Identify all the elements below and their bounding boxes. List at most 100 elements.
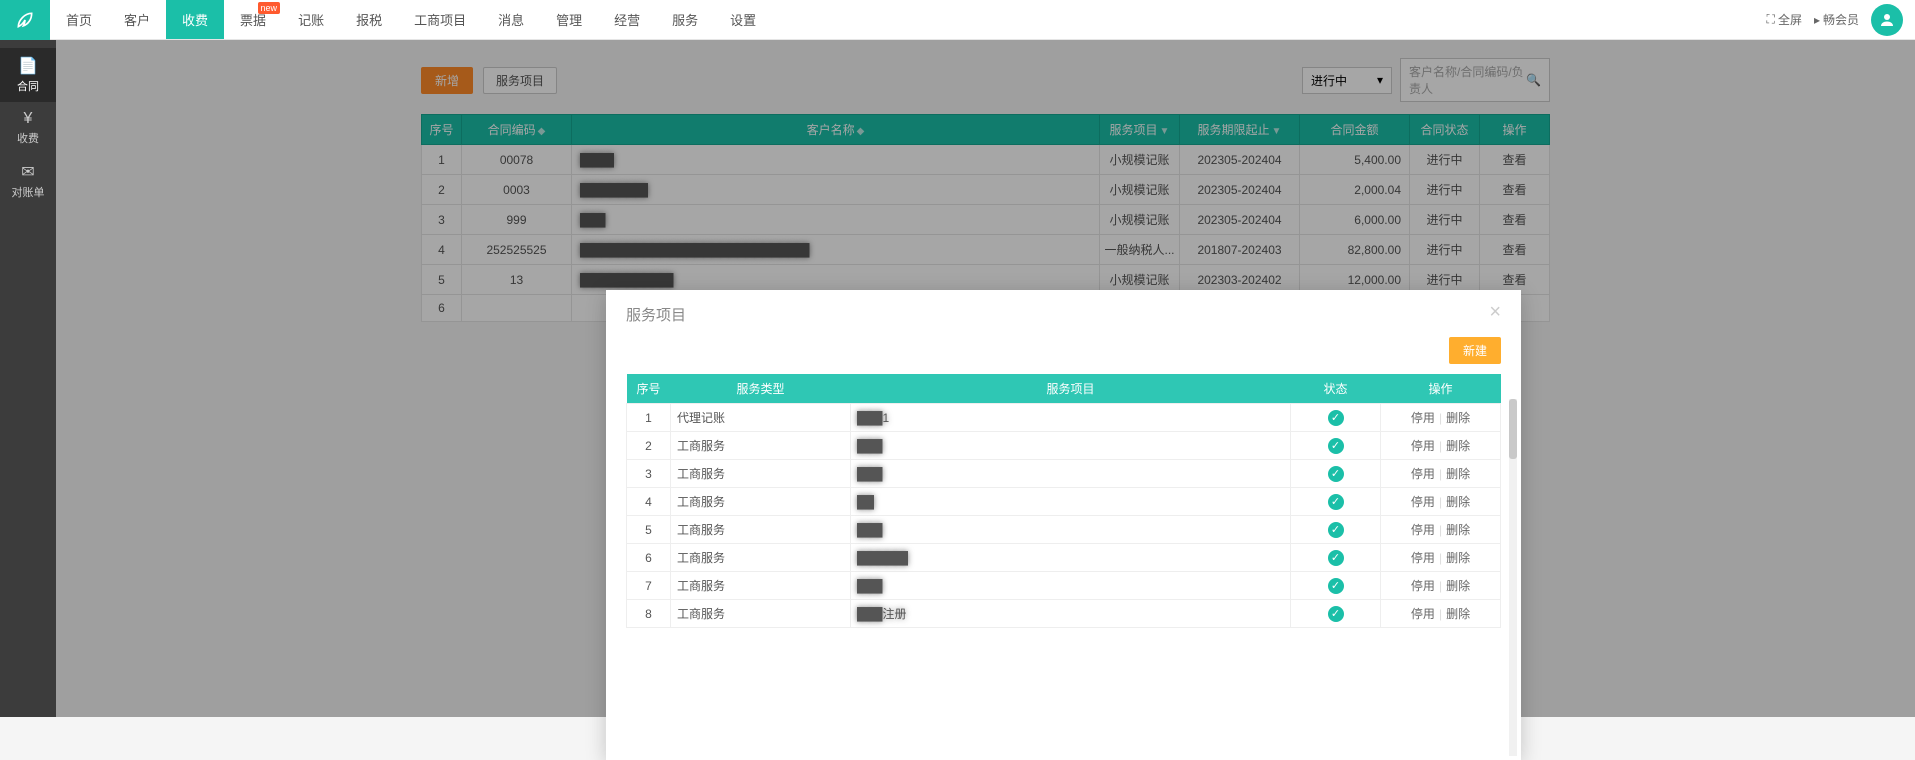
delete-link[interactable]: 删除 <box>1442 579 1474 593</box>
cell-type: 工商服务 <box>671 460 851 488</box>
mgrid-header: 状态 <box>1291 374 1381 404</box>
new-badge: new <box>258 2 281 14</box>
check-icon: ✓ <box>1328 466 1344 482</box>
service-row: 8工商服务███注册✓停用|删除 <box>627 600 1501 628</box>
service-row: 5工商服务███✓停用|删除 <box>627 516 1501 544</box>
sidebar-label: 合同 <box>17 81 39 93</box>
service-row: 2工商服务███✓停用|删除 <box>627 432 1501 460</box>
topnav-item-10[interactable]: 服务 <box>656 0 714 39</box>
service-row: 3工商服务███✓停用|删除 <box>627 460 1501 488</box>
check-icon: ✓ <box>1328 438 1344 454</box>
delete-link[interactable]: 删除 <box>1442 439 1474 453</box>
sidebar-icon: ¥ <box>0 110 56 128</box>
cell-type: 代理记账 <box>671 404 851 432</box>
fullscreen-button[interactable]: ⛶ 全屏 <box>1767 11 1802 28</box>
topnav: 首页客户收费票据new记账报税工商项目消息管理经营服务设置 <box>50 0 772 39</box>
mgrid-header: 服务项目 <box>851 374 1291 404</box>
cell-seq: 2 <box>627 432 671 460</box>
topnav-item-0[interactable]: 首页 <box>50 0 108 39</box>
delete-link[interactable]: 删除 <box>1442 495 1474 509</box>
sidebar-item-1[interactable]: ¥ 收费 <box>0 102 56 154</box>
scrollbar[interactable] <box>1509 399 1517 756</box>
delete-link[interactable]: 删除 <box>1442 607 1474 621</box>
sidebar-item-0[interactable]: 📄合同 <box>0 48 56 102</box>
check-icon: ✓ <box>1328 606 1344 622</box>
scrollbar-thumb[interactable] <box>1509 399 1517 459</box>
topnav-item-1[interactable]: 客户 <box>108 0 166 39</box>
service-row: 4工商服务██✓停用|删除 <box>627 488 1501 516</box>
member-button[interactable]: ▸ 畅会员 <box>1814 11 1859 28</box>
cell-seq: 5 <box>627 516 671 544</box>
cell-proj: ███ <box>851 460 1291 488</box>
logo[interactable] <box>0 0 50 40</box>
cell-ops: 停用|删除 <box>1381 544 1501 572</box>
stop-link[interactable]: 停用 <box>1407 551 1439 565</box>
topnav-item-5[interactable]: 报税 <box>340 0 398 39</box>
topnav-item-2[interactable]: 收费 <box>166 0 224 39</box>
feather-icon <box>15 10 35 30</box>
service-modal: 服务项目 × 新建 序号服务类型服务项目状态操作 1代理记账███1✓停用|删除… <box>606 290 1521 760</box>
stop-link[interactable]: 停用 <box>1407 439 1439 453</box>
service-row: 7工商服务███✓停用|删除 <box>627 572 1501 600</box>
cell-type: 工商服务 <box>671 544 851 572</box>
stop-link[interactable]: 停用 <box>1407 467 1439 481</box>
cell-ops: 停用|删除 <box>1381 488 1501 516</box>
cell-proj: ███注册 <box>851 600 1291 628</box>
fullscreen-icon: ⛶ <box>1767 12 1775 27</box>
new-button[interactable]: 新建 <box>1449 337 1501 364</box>
cell-status: ✓ <box>1291 544 1381 572</box>
delete-link[interactable]: 删除 <box>1442 467 1474 481</box>
cell-status: ✓ <box>1291 488 1381 516</box>
cell-seq: 6 <box>627 544 671 572</box>
avatar[interactable] <box>1871 4 1903 36</box>
cell-status: ✓ <box>1291 600 1381 628</box>
service-row: 1代理记账███1✓停用|删除 <box>627 404 1501 432</box>
cell-status: ✓ <box>1291 432 1381 460</box>
delete-link[interactable]: 删除 <box>1442 411 1474 425</box>
sidebar-item-2[interactable]: ✉对账单 <box>0 154 56 208</box>
sidebar-label: 收费 <box>17 133 39 145</box>
cell-status: ✓ <box>1291 572 1381 600</box>
stop-link[interactable]: 停用 <box>1407 523 1439 537</box>
member-label: 畅会员 <box>1823 11 1859 28</box>
main: 新增 服务项目 进行中 ▾ 客户名称/合同编码/负责人 🔍 序号合同编码◆客户名… <box>56 40 1915 717</box>
mgrid-header: 服务类型 <box>671 374 851 404</box>
topnav-item-9[interactable]: 经营 <box>598 0 656 39</box>
stop-link[interactable]: 停用 <box>1407 411 1439 425</box>
topbar-right: ⛶ 全屏 ▸ 畅会员 <box>1767 4 1915 36</box>
cell-seq: 4 <box>627 488 671 516</box>
topnav-item-8[interactable]: 管理 <box>540 0 598 39</box>
fullscreen-label: 全屏 <box>1778 11 1802 28</box>
topnav-item-6[interactable]: 工商项目 <box>398 0 482 39</box>
topnav-item-7[interactable]: 消息 <box>482 0 540 39</box>
cell-type: 工商服务 <box>671 432 851 460</box>
check-icon: ✓ <box>1328 410 1344 426</box>
stop-link[interactable]: 停用 <box>1407 579 1439 593</box>
cell-seq: 7 <box>627 572 671 600</box>
stop-link[interactable]: 停用 <box>1407 607 1439 621</box>
cell-status: ✓ <box>1291 460 1381 488</box>
service-table: 序号服务类型服务项目状态操作 1代理记账███1✓停用|删除2工商服务███✓停… <box>626 374 1501 628</box>
sidebar-icon: ✉ <box>0 162 56 182</box>
user-icon <box>1878 11 1896 29</box>
sidebar: 📄合同 ¥ 收费 ✉对账单 <box>0 40 56 717</box>
topnav-item-4[interactable]: 记账 <box>282 0 340 39</box>
cell-proj: ██████ <box>851 544 1291 572</box>
delete-link[interactable]: 删除 <box>1442 523 1474 537</box>
check-icon: ✓ <box>1328 550 1344 566</box>
topnav-item-11[interactable]: 设置 <box>714 0 772 39</box>
check-icon: ✓ <box>1328 578 1344 594</box>
mgrid-header: 序号 <box>627 374 671 404</box>
cell-type: 工商服务 <box>671 516 851 544</box>
modal-body: 新建 序号服务类型服务项目状态操作 1代理记账███1✓停用|删除2工商服务██… <box>606 331 1521 760</box>
stop-link[interactable]: 停用 <box>1407 495 1439 509</box>
cell-ops: 停用|删除 <box>1381 404 1501 432</box>
close-icon[interactable]: × <box>1489 301 1501 324</box>
topnav-item-3[interactable]: 票据new <box>224 0 282 39</box>
topbar: 首页客户收费票据new记账报税工商项目消息管理经营服务设置 ⛶ 全屏 ▸ 畅会员 <box>0 0 1915 40</box>
cell-proj: ███ <box>851 516 1291 544</box>
cell-ops: 停用|删除 <box>1381 572 1501 600</box>
cell-type: 工商服务 <box>671 572 851 600</box>
delete-link[interactable]: 删除 <box>1442 551 1474 565</box>
mgrid-header: 操作 <box>1381 374 1501 404</box>
